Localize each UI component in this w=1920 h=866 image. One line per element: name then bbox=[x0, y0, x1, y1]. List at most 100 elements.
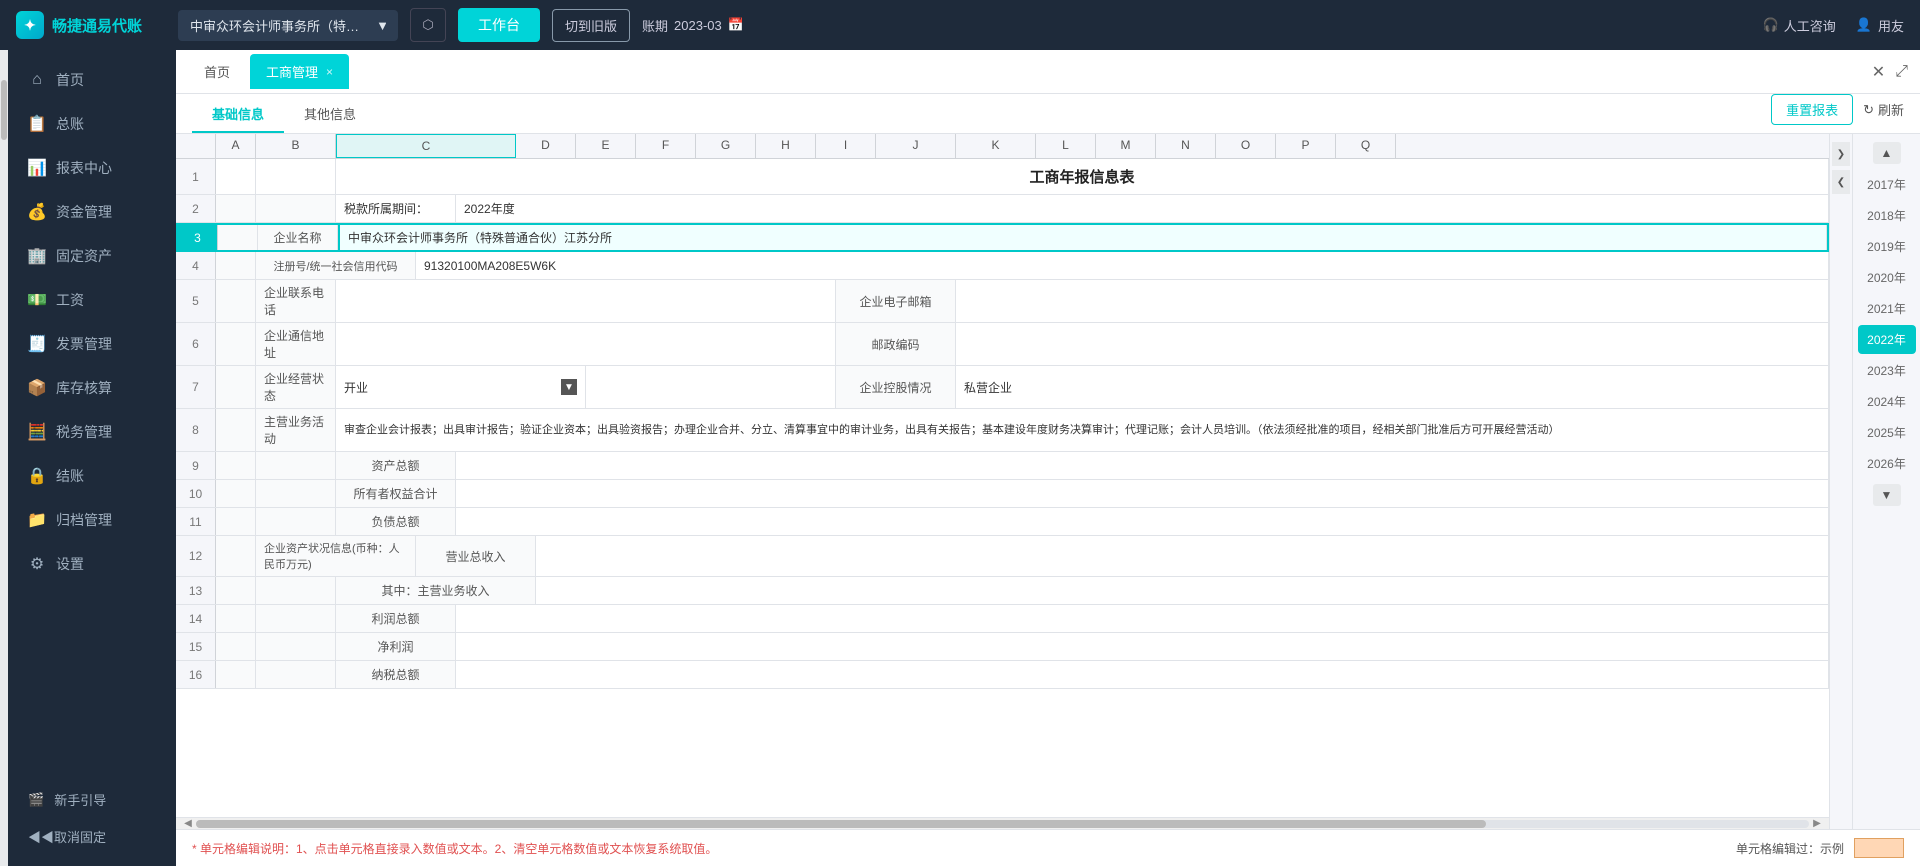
tab-basic-info[interactable]: 基础信息 bbox=[192, 96, 284, 133]
sidebar-item-invoice[interactable]: 🧾 发票管理 bbox=[8, 322, 176, 366]
dropdown-icon[interactable]: ▼ bbox=[561, 379, 577, 395]
collapse-panel-btn[interactable]: ❯ bbox=[1832, 142, 1850, 166]
row-num-9: 9 bbox=[176, 452, 216, 479]
year-down-icon[interactable]: ▼ bbox=[1873, 484, 1901, 506]
cell-8-a[interactable] bbox=[216, 409, 256, 451]
sidebar-item-salary[interactable]: 💵 工资 bbox=[8, 278, 176, 322]
cell-9-a[interactable] bbox=[216, 452, 256, 479]
cell-13-value[interactable] bbox=[536, 577, 1829, 604]
year-item-2021[interactable]: 2021年 bbox=[1858, 294, 1916, 323]
cell-4-value[interactable]: 91320100MA208E5W6K bbox=[416, 252, 1829, 279]
cell-10-value[interactable] bbox=[456, 480, 1829, 507]
year-item-2018[interactable]: 2018年 bbox=[1858, 201, 1916, 230]
scroll-left-icon[interactable]: ◀ bbox=[180, 816, 196, 830]
expand-panel-btn[interactable]: ❮ bbox=[1832, 170, 1850, 194]
period-label: 账期 bbox=[642, 16, 668, 35]
table-row: 1 工商年报信息表 bbox=[176, 159, 1829, 195]
cell-2-b[interactable] bbox=[256, 195, 336, 222]
h-scrollbar[interactable]: ◀ ▶ bbox=[176, 817, 1829, 829]
cell-11-value[interactable] bbox=[456, 508, 1829, 535]
sidebar-item-report[interactable]: 📊 报表中心 bbox=[8, 146, 176, 190]
refresh-button[interactable]: ↻ 刷新 bbox=[1863, 100, 1904, 119]
h-scroll-thumb[interactable] bbox=[196, 820, 1486, 828]
cell-5-right-value[interactable] bbox=[956, 280, 1829, 322]
user-menu[interactable]: 👤 用友 bbox=[1856, 16, 1904, 35]
cancel-fixed[interactable]: ◀◀取消固定 bbox=[8, 819, 176, 854]
calendar-icon[interactable]: 📅 bbox=[728, 17, 744, 33]
tab-close-icon[interactable]: × bbox=[326, 65, 333, 79]
sidebar-item-fund[interactable]: 💰 资金管理 bbox=[8, 190, 176, 234]
year-item-2022[interactable]: 2022年 bbox=[1858, 325, 1916, 354]
cell-1-b[interactable] bbox=[256, 159, 336, 194]
scroll-right-icon[interactable]: ▶ bbox=[1809, 816, 1825, 830]
cell-6-a[interactable] bbox=[216, 323, 256, 365]
cell-13-a[interactable] bbox=[216, 577, 256, 604]
cell-7-b-empty[interactable] bbox=[586, 366, 836, 408]
cell-1-a[interactable] bbox=[216, 159, 256, 194]
cell-11-a[interactable] bbox=[216, 508, 256, 535]
sidebar-item-ledger[interactable]: 📋 总账 bbox=[8, 102, 176, 146]
cell-16-a[interactable] bbox=[216, 661, 256, 688]
sidebar-item-home[interactable]: ⌂ 首页 bbox=[8, 58, 176, 102]
cell-14-label: 利润总额 bbox=[336, 605, 456, 632]
cell-5-value[interactable] bbox=[336, 280, 836, 322]
year-item-2024[interactable]: 2024年 bbox=[1858, 387, 1916, 416]
cell-2-value[interactable]: 2022年度 bbox=[456, 195, 1829, 222]
cell-10-a[interactable] bbox=[216, 480, 256, 507]
cell-14-a[interactable] bbox=[216, 605, 256, 632]
close-window-icon[interactable]: ✕ bbox=[1872, 62, 1885, 82]
year-item-2017[interactable]: 2017年 bbox=[1858, 170, 1916, 199]
cell-7-a[interactable] bbox=[216, 366, 256, 408]
sidebar-item-inventory[interactable]: 📦 库存核算 bbox=[8, 366, 176, 410]
cell-12-value[interactable] bbox=[536, 536, 1829, 576]
service-button[interactable]: 🎧 人工咨询 bbox=[1763, 16, 1836, 35]
sidebar-item-settings[interactable]: ⚙ 设置 bbox=[8, 542, 176, 586]
sidebar-item-archive[interactable]: 📁 归档管理 bbox=[8, 498, 176, 542]
cell-15-a[interactable] bbox=[216, 633, 256, 660]
sidebar-item-tax[interactable]: 🧮 税务管理 bbox=[8, 410, 176, 454]
cell-6-value[interactable] bbox=[336, 323, 836, 365]
cell-6-right-value[interactable] bbox=[956, 323, 1829, 365]
tab-home[interactable]: 首页 bbox=[188, 54, 246, 89]
expand-window-icon[interactable]: ⤢ bbox=[1895, 63, 1908, 81]
tab-other-info[interactable]: 其他信息 bbox=[284, 96, 376, 133]
cell-4-a[interactable] bbox=[216, 252, 256, 279]
year-up-icon[interactable]: ▲ bbox=[1873, 142, 1901, 164]
cell-15-b bbox=[256, 633, 336, 660]
workbench-button[interactable]: 工作台 bbox=[458, 8, 540, 42]
panel-collapse-arrows: ❯ ❮ bbox=[1829, 134, 1852, 829]
reset-button[interactable]: 重置报表 bbox=[1771, 94, 1853, 125]
cell-7-right-value[interactable]: 私营企业 bbox=[956, 366, 1829, 408]
cell-3-label: 企业名称 bbox=[258, 225, 338, 250]
cell-2-a[interactable] bbox=[216, 195, 256, 222]
cell-16-value[interactable] bbox=[456, 661, 1829, 688]
cell-9-value[interactable] bbox=[456, 452, 1829, 479]
row-num-7: 7 bbox=[176, 366, 216, 408]
cell-12-a[interactable] bbox=[216, 536, 256, 576]
cell-15-value[interactable] bbox=[456, 633, 1829, 660]
year-item-2019[interactable]: 2019年 bbox=[1858, 232, 1916, 261]
cell-7-status[interactable]: 开业 ▼ bbox=[336, 366, 586, 408]
year-item-2025[interactable]: 2025年 bbox=[1858, 418, 1916, 447]
sidebar-item-fixed[interactable]: 🏢 固定资产 bbox=[8, 234, 176, 278]
cell-8-value[interactable]: 审查企业会计报表；出具审计报告；验证企业资本；出具验资报告；办理企业合并、分立、… bbox=[336, 409, 1829, 451]
cell-1-title[interactable]: 工商年报信息表 bbox=[336, 159, 1829, 194]
col-header-c: C bbox=[336, 134, 516, 158]
new-user-guide[interactable]: 🎬 新手引导 bbox=[8, 780, 176, 819]
old-version-button[interactable]: 切到旧版 bbox=[552, 9, 630, 42]
cell-3-value[interactable]: 中审众环会计师事务所（特殊普通合伙）江苏分所 bbox=[338, 225, 1827, 250]
cell-5-a[interactable] bbox=[216, 280, 256, 322]
row-num-2: 2 bbox=[176, 195, 216, 222]
cell-14-value[interactable] bbox=[456, 605, 1829, 632]
cell-3-a[interactable] bbox=[218, 225, 258, 250]
sidebar-item-close[interactable]: 🔒 结账 bbox=[8, 454, 176, 498]
year-item-2023[interactable]: 2023年 bbox=[1858, 356, 1916, 385]
logo-icon: ✦ bbox=[16, 11, 44, 39]
year-item-2026[interactable]: 2026年 bbox=[1858, 449, 1916, 478]
year-item-2020[interactable]: 2020年 bbox=[1858, 263, 1916, 292]
spreadsheet-area: A B C D E F G H I J K L M N O P Q bbox=[176, 134, 1920, 829]
company-selector[interactable]: 中审众环会计师事务所（特殊普通合伙... ▼ bbox=[178, 10, 398, 41]
copy-icon[interactable]: ⬡ bbox=[410, 8, 446, 42]
tab-workbench-management[interactable]: 工商管理 × bbox=[250, 54, 349, 89]
h-scroll-track[interactable] bbox=[196, 820, 1809, 828]
